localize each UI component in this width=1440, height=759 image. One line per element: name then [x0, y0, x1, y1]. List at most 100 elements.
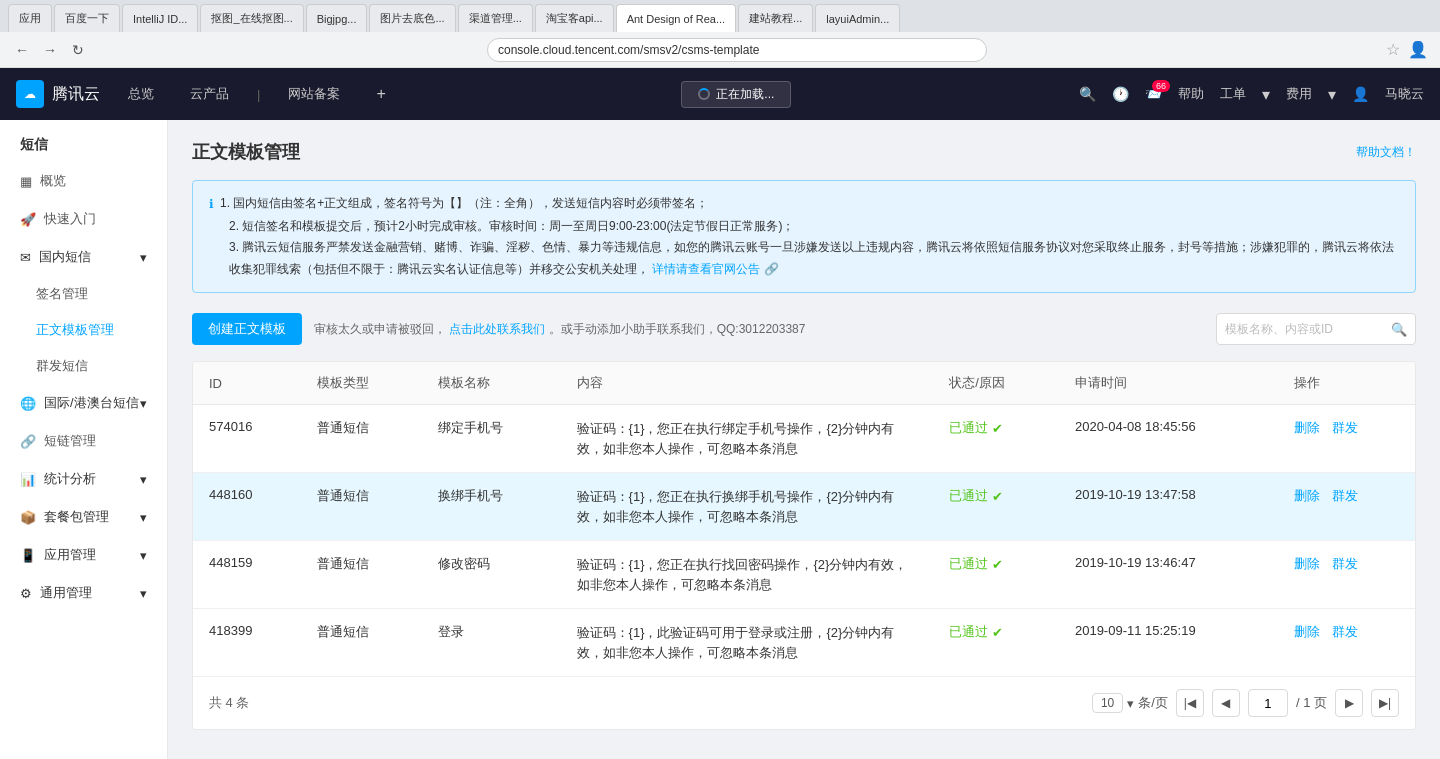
chevron-intl-icon: ▾ [140, 396, 147, 411]
fee-btn[interactable]: 费用 [1286, 85, 1312, 103]
browser-tab[interactable]: Bigjpg... [306, 4, 368, 32]
sidebar-item-shortlink[interactable]: 🔗 短链管理 [0, 422, 167, 460]
fee-chevron[interactable]: ▾ [1328, 85, 1336, 104]
nav-plus[interactable]: + [368, 81, 393, 107]
avatar-icon[interactable]: 👤 [1352, 86, 1369, 102]
chevron-down-icon: ▾ [140, 250, 147, 265]
cell-type: 普通短信 [301, 473, 421, 541]
nav-products[interactable]: 云产品 [182, 81, 237, 107]
search-input[interactable] [1225, 322, 1391, 336]
last-page-btn[interactable]: ▶| [1371, 689, 1399, 717]
browser-tab[interactable]: IntelliJ ID... [122, 4, 198, 32]
help-btn[interactable]: 帮助 [1178, 85, 1204, 103]
sidebar-group-package[interactable]: 📦 套餐包管理 ▾ [0, 498, 167, 536]
browser-tab[interactable]: 百度一下 [54, 4, 120, 32]
chevron-app-icon: ▾ [140, 548, 147, 563]
col-time: 申请时间 [1059, 362, 1278, 405]
sidebar-group-stats[interactable]: 📊 统计分析 ▾ [0, 460, 167, 498]
url-bar[interactable] [487, 38, 987, 62]
browser-tab[interactable]: 图片去底色... [369, 4, 455, 32]
browser-tabs: 应用 百度一下 IntelliJ ID... 抠图_在线抠图... Bigjpg… [0, 0, 1440, 32]
username-text[interactable]: 马晓云 [1385, 85, 1424, 103]
info-text-2: 2. 短信签名和模板提交后，预计2小时完成审核。审核时间：周一至周日9:00-2… [229, 216, 1399, 238]
sidebar-item-signature[interactable]: 签名管理 [0, 276, 167, 312]
clock-icon[interactable]: 🕐 [1112, 86, 1129, 102]
intl-label: 国际/港澳台短信 [44, 394, 139, 412]
delete-action[interactable]: 删除 [1294, 556, 1320, 571]
status-badge: 已通过 ✔ [949, 419, 1043, 437]
logo-text: 腾讯云 [52, 84, 100, 105]
col-status: 状态/原因 [933, 362, 1059, 405]
logo: ☁ 腾讯云 [16, 80, 100, 108]
toolbar: 创建正文模板 审核太久或申请被驳回， 点击此处联系我们 。或手动添加小助手联系我… [192, 313, 1416, 345]
pagination-bar: 共 4 条 10 ▾ 条/页 |◀ ◀ / 1 页 ▶ ▶| [193, 676, 1415, 729]
table-header-row: ID 模板类型 模板名称 内容 状态/原因 申请时间 操作 [193, 362, 1415, 405]
workorder-chevron[interactable]: ▾ [1262, 85, 1270, 104]
browser-tab[interactable]: layuiAdmin... [815, 4, 900, 32]
delete-action[interactable]: 删除 [1294, 488, 1320, 503]
chevron-stats-icon: ▾ [140, 472, 147, 487]
next-page-btn[interactable]: ▶ [1335, 689, 1363, 717]
browser-tab-active[interactable]: Ant Design of Rea... [616, 4, 736, 32]
page-number-input[interactable] [1248, 689, 1288, 717]
back-button[interactable]: ← [12, 40, 32, 60]
browser-tab[interactable]: 抠图_在线抠图... [200, 4, 303, 32]
cell-status: 已通过 ✔ [933, 609, 1059, 677]
create-template-btn[interactable]: 创建正文模板 [192, 313, 302, 345]
sidebar-quickstart-label: 快速入门 [44, 210, 96, 228]
sidebar-group-domestic[interactable]: ✉ 国内短信 ▾ [0, 238, 167, 276]
chevron-general-icon: ▾ [140, 586, 147, 601]
cell-id: 418399 [193, 609, 301, 677]
status-icon: ✔ [992, 625, 1003, 640]
nav-divider: | [257, 87, 260, 102]
chart-icon: 📊 [20, 472, 36, 487]
nav-备案[interactable]: 网站备案 [280, 81, 348, 107]
search-nav-icon[interactable]: 🔍 [1079, 86, 1096, 102]
sidebar-group-app[interactable]: 📱 应用管理 ▾ [0, 536, 167, 574]
sidebar-item-quickstart[interactable]: 🚀 快速入门 [0, 200, 167, 238]
sidebar-item-template[interactable]: 正文模板管理 [0, 312, 167, 348]
page-size-value[interactable]: 10 [1092, 693, 1123, 713]
refresh-button[interactable]: ↻ [68, 40, 88, 60]
delete-action[interactable]: 删除 [1294, 420, 1320, 435]
browser-tab[interactable]: 渠道管理... [458, 4, 533, 32]
info-box: ℹ 1. 国内短信由签名+正文组成，签名符号为【】（注：全角），发送短信内容时必… [192, 180, 1416, 293]
cell-id: 448159 [193, 541, 301, 609]
cell-type: 普通短信 [301, 609, 421, 677]
help-link[interactable]: 帮助文档！ [1356, 144, 1416, 161]
browser-tab[interactable]: 淘宝客api... [535, 4, 614, 32]
sidebar-item-bulksend[interactable]: 群发短信 [0, 348, 167, 384]
browser-tab[interactable]: 应用 [8, 4, 52, 32]
notification-icon[interactable]: 📨 66 [1145, 86, 1162, 102]
sidebar-group-general[interactable]: ⚙ 通用管理 ▾ [0, 574, 167, 612]
cell-actions: 删除 群发 [1278, 541, 1415, 609]
user-icon[interactable]: 👤 [1408, 40, 1428, 59]
sidebar-item-overview[interactable]: ▦ 概览 [0, 162, 167, 200]
bookmark-icon[interactable]: ☆ [1386, 40, 1400, 59]
col-content: 内容 [561, 362, 934, 405]
send-action[interactable]: 群发 [1332, 556, 1358, 571]
contact-link[interactable]: 点击此处联系我们 [449, 322, 545, 336]
cell-id: 448160 [193, 473, 301, 541]
send-action[interactable]: 群发 [1332, 420, 1358, 435]
table-row: 448160 普通短信 换绑手机号 验证码：{1}，您正在执行换绑手机号操作，{… [193, 473, 1415, 541]
send-action[interactable]: 群发 [1332, 624, 1358, 639]
grid-icon: ▦ [20, 174, 32, 189]
browser-tab[interactable]: 建站教程... [738, 4, 813, 32]
info-link[interactable]: 详情请查看官网公告 [652, 262, 760, 276]
cell-time: 2019-09-11 15:25:19 [1059, 609, 1278, 677]
delete-action[interactable]: 删除 [1294, 624, 1320, 639]
forward-button[interactable]: → [40, 40, 60, 60]
cell-name: 登录 [422, 609, 561, 677]
workorder-btn[interactable]: 工单 [1220, 85, 1246, 103]
search-icon[interactable]: 🔍 [1391, 322, 1407, 337]
first-page-btn[interactable]: |◀ [1176, 689, 1204, 717]
prev-page-btn[interactable]: ◀ [1212, 689, 1240, 717]
domestic-sms-label: 国内短信 [39, 248, 91, 266]
content-area: 正文模板管理 帮助文档！ ℹ 1. 国内短信由签名+正文组成，签名符号为【】（注… [168, 120, 1440, 759]
send-action[interactable]: 群发 [1332, 488, 1358, 503]
sidebar-group-intl[interactable]: 🌐 国际/港澳台短信 ▾ [0, 384, 167, 422]
cell-content: 验证码：{1}，此验证码可用于登录或注册，{2}分钟内有效，如非您本人操作，可忽… [561, 609, 934, 677]
page-size-select: 10 ▾ 条/页 [1092, 693, 1168, 713]
nav-overview[interactable]: 总览 [120, 81, 162, 107]
